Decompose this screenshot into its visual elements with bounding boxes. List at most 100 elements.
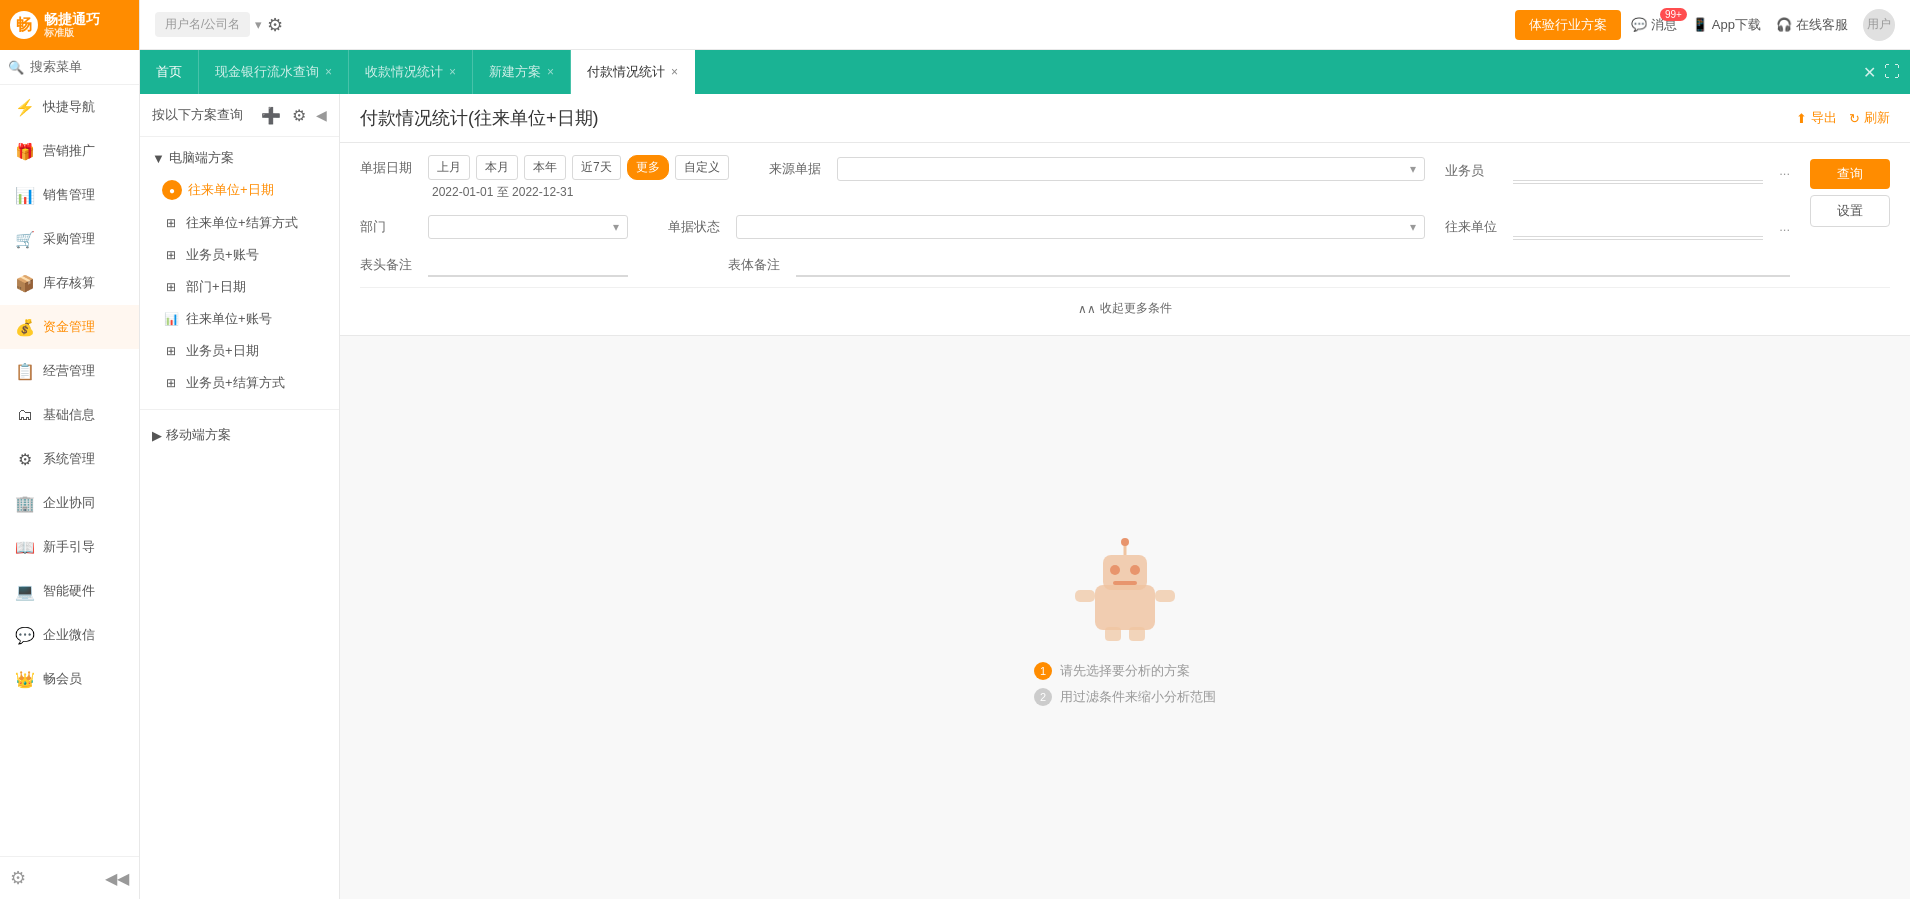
tip-text-1: 请先选择要分析的方案	[1060, 662, 1190, 680]
sidebar-item-inventory[interactable]: 📦 库存核算	[0, 261, 139, 305]
tab-receivable-close[interactable]: ×	[449, 65, 456, 79]
tab-close-all-icon[interactable]: ✕	[1863, 63, 1876, 82]
filter-action-buttons: 查询 设置	[1810, 155, 1890, 227]
scheme-collapse-btn[interactable]: ◀	[316, 107, 327, 123]
filter-partner-group: 往来单位 ...	[1445, 213, 1790, 240]
query-button[interactable]: 查询	[1810, 159, 1890, 189]
staff-label: 业务员	[1445, 162, 1505, 180]
date-btn-more[interactable]: 更多	[627, 155, 669, 180]
sidebar-item-finance[interactable]: 💰 资金管理	[0, 305, 139, 349]
tab-new-scheme[interactable]: 新建方案 ×	[473, 50, 571, 94]
scheme-item-staff-settlement[interactable]: ⊞ 业务员+结算方式	[140, 367, 339, 399]
user-chevron-icon[interactable]: ▾	[255, 17, 262, 32]
header-settings-icon[interactable]: ⚙	[267, 14, 283, 36]
sidebar-item-label: 企业微信	[43, 626, 95, 644]
sidebar-item-label: 销售管理	[43, 186, 95, 204]
user-selector[interactable]: 用户名/公司名	[155, 12, 250, 37]
user-name: 用户名/公司名	[165, 16, 240, 33]
wechat-icon: 💬	[15, 625, 35, 645]
date-btn-this-month[interactable]: 本月	[476, 155, 518, 180]
svg-point-3	[1130, 565, 1140, 575]
guide-icon: 📖	[15, 537, 35, 557]
settings-icon[interactable]: ⚙	[10, 867, 26, 889]
partner-input-area	[1513, 213, 1763, 240]
tab-actions: ✕ ⛶	[1853, 50, 1910, 94]
staff-input[interactable]	[1513, 157, 1763, 181]
sidebar-item-purchase[interactable]: 🛒 采购管理	[0, 217, 139, 261]
tab-new-scheme-close[interactable]: ×	[547, 65, 554, 79]
tab-bank-flow[interactable]: 现金银行流水查询 ×	[199, 50, 349, 94]
partner-input[interactable]	[1513, 213, 1763, 237]
scheme-group-desktop-header[interactable]: ▼ 电脑端方案	[140, 143, 339, 173]
tab-receivable[interactable]: 收款情况统计 ×	[349, 50, 473, 94]
trial-button[interactable]: 体验行业方案	[1515, 10, 1621, 40]
sidebar-item-label: 营销推广	[43, 142, 95, 160]
sidebar-item-member[interactable]: 👑 畅会员	[0, 657, 139, 701]
tab-spacer	[695, 50, 1853, 94]
dept-select[interactable]: ▾	[428, 215, 628, 239]
sidebar-item-operations[interactable]: 📋 经营管理	[0, 349, 139, 393]
date-btn-last-month[interactable]: 上月	[428, 155, 470, 180]
sidebar-item-marketing[interactable]: 🎁 营销推广	[0, 129, 139, 173]
tab-payment-stats[interactable]: 付款情况统计 ×	[571, 50, 695, 94]
sidebar-item-quick-nav[interactable]: ⚡ 快捷导航	[0, 85, 139, 129]
table-header-label: 表头备注	[360, 256, 420, 274]
scheme-table-icon: ⊞	[162, 246, 180, 264]
sidebar-search[interactable]: 🔍 搜索菜单	[0, 50, 139, 85]
refresh-btn[interactable]: ↻ 刷新	[1849, 109, 1890, 127]
empty-tip-1: 1 请先选择要分析的方案	[1034, 662, 1216, 680]
page-area: 按以下方案查询 ➕ ⚙ ◀ ▼ 电脑端方案 ● 往来单位+日期 ⊞	[140, 94, 1910, 899]
sales-icon: 📊	[15, 185, 35, 205]
scheme-settings-btn[interactable]: ⚙	[288, 104, 310, 126]
scheme-item-dept-date[interactable]: ⊞ 部门+日期	[140, 271, 339, 303]
filter-source-group: 来源单据 ▾	[769, 157, 1425, 181]
source-select[interactable]: ▾	[837, 157, 1425, 181]
scheme-group-mobile: ▶ 移动端方案	[140, 414, 339, 456]
scheme-item-staff-date[interactable]: ⊞ 业务员+日期	[140, 335, 339, 367]
scheme-item-partner-account[interactable]: 📊 往来单位+账号	[140, 303, 339, 335]
status-select[interactable]: ▾	[736, 215, 1425, 239]
collapse-button[interactable]: ∧∧ 收起更多条件	[1072, 294, 1178, 323]
customer-service-label: 在线客服	[1796, 16, 1848, 34]
table-header-input[interactable]	[428, 252, 628, 276]
status-select-arrow: ▾	[1410, 220, 1416, 234]
sidebar-item-hardware[interactable]: 💻 智能硬件	[0, 569, 139, 613]
export-btn[interactable]: ⬆ 导出	[1796, 109, 1837, 127]
customer-service-btn[interactable]: 🎧 在线客服	[1776, 16, 1848, 34]
sidebar-item-wechat[interactable]: 💬 企业微信	[0, 613, 139, 657]
empty-state: 1 请先选择要分析的方案 2 用过滤条件来缩小分析范围	[340, 336, 1910, 899]
filter-date-group: 单据日期 上月 本月 本年 近7天 更多 自定义	[360, 155, 729, 201]
tab-home[interactable]: 首页	[140, 50, 199, 94]
svg-point-6	[1121, 538, 1129, 546]
tab-bank-flow-close[interactable]: ×	[325, 65, 332, 79]
table-body-input[interactable]	[796, 252, 1790, 276]
date-btn-custom[interactable]: 自定义	[675, 155, 729, 180]
scheme-item-partner-settlement[interactable]: ⊞ 往来单位+结算方式	[140, 207, 339, 239]
settings-button[interactable]: 设置	[1810, 195, 1890, 227]
date-btn-this-year[interactable]: 本年	[524, 155, 566, 180]
scheme-item-partner-date[interactable]: ● 往来单位+日期	[140, 173, 339, 207]
collapse-sidebar-icon[interactable]: ◀◀	[105, 869, 129, 888]
user-avatar[interactable]: 用户	[1863, 9, 1895, 41]
date-btn-7days[interactable]: 近7天	[572, 155, 621, 180]
sidebar-item-sales[interactable]: 📊 销售管理	[0, 173, 139, 217]
finance-icon: 💰	[15, 317, 35, 337]
staff-ellipsis[interactable]: ...	[1779, 163, 1790, 178]
scheme-item-staff-account[interactable]: ⊞ 业务员+账号	[140, 239, 339, 271]
status-label: 单据状态	[668, 218, 728, 236]
app-download-btn[interactable]: 📱 App下载	[1692, 16, 1761, 34]
partner-ellipsis[interactable]: ...	[1779, 219, 1790, 234]
tab-payment-stats-close[interactable]: ×	[671, 65, 678, 79]
notification-btn[interactable]: 💬 消息 99+	[1631, 16, 1677, 34]
sidebar-item-enterprise[interactable]: 🏢 企业协同	[0, 481, 139, 525]
sidebar-item-basic-info[interactable]: 🗂 基础信息	[0, 393, 139, 437]
sidebar-item-label: 资金管理	[43, 318, 95, 336]
add-scheme-btn[interactable]: ➕	[260, 104, 282, 126]
sidebar-item-system[interactable]: ⚙ 系统管理	[0, 437, 139, 481]
scheme-item-label: 业务员+结算方式	[186, 374, 285, 392]
tab-fullscreen-icon[interactable]: ⛶	[1884, 63, 1900, 81]
scheme-table-icon: ⊞	[162, 342, 180, 360]
scheme-group-mobile-header[interactable]: ▶ 移动端方案	[140, 420, 339, 450]
sidebar-item-guide[interactable]: 📖 新手引导	[0, 525, 139, 569]
tip-text-2: 用过滤条件来缩小分析范围	[1060, 688, 1216, 706]
